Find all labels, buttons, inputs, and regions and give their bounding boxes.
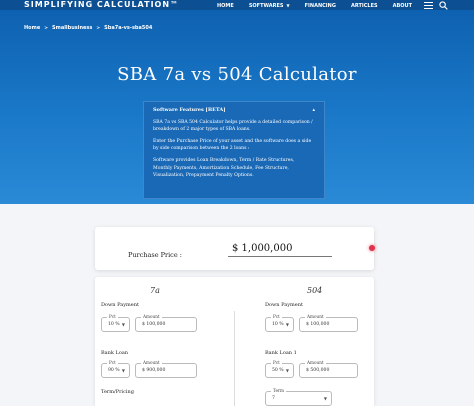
- chevron-right-icon: >: [96, 25, 101, 31]
- breadcrumb-current: Sba7a-vs-sba504: [104, 25, 153, 31]
- nav-financing-label: FINANCING: [304, 2, 336, 9]
- chevron-down-icon: ▼: [286, 3, 290, 8]
- field-value: $ 100,000: [306, 322, 330, 327]
- down-payment-amount-field-7a[interactable]: Amount $ 100,000: [135, 314, 197, 332]
- purchase-price-input[interactable]: [228, 241, 332, 257]
- field-value: $ 900,000: [142, 368, 166, 373]
- bank-loan-amount-field-7a[interactable]: Amount $ 900,000: [135, 360, 197, 378]
- nav-articles[interactable]: ARTICLES: [351, 3, 378, 9]
- down-payment-pct-select-504[interactable]: Pct 10 % ▼: [265, 314, 294, 332]
- field-value: 10 %: [272, 322, 284, 327]
- down-payment-label: Down Payment: [101, 302, 139, 308]
- bank-loan-1-label: Bank Loan 1: [265, 350, 297, 356]
- chevron-down-icon: ▼: [285, 368, 289, 373]
- search-icon[interactable]: [439, 1, 448, 10]
- column-divider: [234, 311, 235, 406]
- field-value: 50 %: [272, 368, 284, 373]
- field-legend: Amount: [141, 360, 162, 365]
- field-value: $ 500,000: [306, 368, 330, 373]
- chevron-down-icon: ▼: [121, 322, 125, 327]
- chevron-down-icon: ▼: [323, 396, 327, 401]
- field-legend: Amount: [141, 314, 162, 319]
- nav-about-label: ABOUT: [392, 2, 412, 9]
- collapse-toggle-icon[interactable]: ▴: [312, 107, 315, 113]
- features-text: SBA 7a vs SBA 504 Calculator helps provi…: [153, 120, 313, 133]
- down-payment-label: Down Payment: [265, 302, 303, 308]
- nav-softwares-label: SOFTWARES: [248, 2, 284, 9]
- field-legend: Pct: [271, 360, 282, 365]
- bank-loan-pct-select-504[interactable]: Pct 50 % ▼: [265, 360, 294, 378]
- nav-financing[interactable]: FINANCING: [305, 3, 336, 9]
- features-header[interactable]: Software Features [BETA] ▴: [153, 107, 315, 113]
- field-legend: Amount: [305, 360, 326, 365]
- column-title-504: 504: [307, 286, 323, 295]
- down-payment-amount-field-504[interactable]: Amount $ 100,000: [299, 314, 358, 332]
- field-value: 90 %: [108, 368, 120, 373]
- down-payment-pct-select-7a[interactable]: Pct 10 % ▼: [101, 314, 130, 332]
- features-text: Software provides Loan Breakdown, Term /…: [153, 158, 295, 178]
- field-value: 7: [272, 396, 275, 401]
- hamburger-menu-icon[interactable]: [424, 2, 433, 9]
- features-panel: Software Features [BETA] ▴ SBA 7a vs SBA…: [143, 101, 325, 199]
- site-logo[interactable]: SIMPLIFYING CALCULATION™: [24, 0, 179, 9]
- bank-loan-pct-select-7a[interactable]: Pct 90 % ▼: [101, 360, 130, 378]
- field-legend: Pct: [107, 360, 118, 365]
- bank-loan-label: Bank Loan: [101, 350, 129, 356]
- bank-loan-amount-field-504[interactable]: Amount $ 500,000: [299, 360, 358, 378]
- field-legend: Pct: [107, 314, 118, 319]
- field-legend: Pct: [271, 314, 282, 319]
- status-dot: [369, 245, 375, 251]
- page-title: SBA 7a vs 504 Calculator: [117, 64, 357, 85]
- hero-banner: SIMPLIFYING CALCULATION™ HOME SOFTWARES ▼…: [0, 0, 474, 204]
- top-nav: HOME SOFTWARES ▼ FINANCING ARTICLES ABOUT: [202, 1, 448, 10]
- breadcrumb-smallbusiness[interactable]: Smallbusiness: [52, 25, 92, 31]
- column-title-7a: 7a: [150, 286, 160, 295]
- term-pricing-label: Term/Pricing: [101, 389, 134, 395]
- chevron-right-icon: >: [44, 25, 49, 31]
- purchase-price-label: Purchase Price :: [128, 251, 182, 259]
- term-select-504[interactable]: Term 7 ▼: [265, 388, 332, 406]
- nav-about[interactable]: ABOUT: [393, 3, 412, 9]
- field-value: $ 100,000: [142, 322, 166, 327]
- features-text: Enter the Purchase Price of your asset a…: [153, 139, 312, 152]
- nav-articles-label: ARTICLES: [350, 2, 378, 9]
- chevron-down-icon: ▼: [285, 322, 289, 327]
- purchase-price-card: Purchase Price :: [95, 227, 374, 270]
- breadcrumb: Home > Smallbusiness > Sba7a-vs-sba504: [24, 25, 152, 31]
- nav-home[interactable]: HOME: [217, 3, 234, 9]
- comparison-card: 7a 504 Down Payment Pct 10 % ▼ Amount $ …: [95, 277, 374, 406]
- field-legend: Amount: [305, 314, 326, 319]
- features-heading: Software Features [BETA]: [153, 107, 226, 113]
- nav-home-label: HOME: [216, 2, 234, 9]
- nav-softwares[interactable]: SOFTWARES ▼: [249, 3, 290, 9]
- chevron-down-icon: ▼: [121, 368, 125, 373]
- breadcrumb-home[interactable]: Home: [24, 25, 40, 31]
- field-legend: Term: [271, 388, 286, 393]
- field-value: 10 %: [108, 322, 120, 327]
